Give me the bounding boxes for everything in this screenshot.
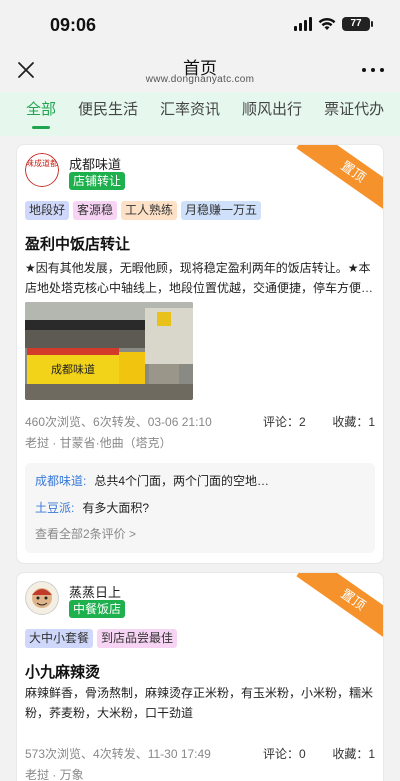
more-options-icon[interactable] (362, 60, 384, 80)
tab-ticket-agency[interactable]: 票证代办 (324, 92, 384, 136)
status-icons: 77 (294, 17, 373, 31)
tab-exchange-rate[interactable]: 汇率资讯 (160, 92, 220, 136)
post-tag: 月稳赚一万五 (181, 201, 262, 220)
pinned-badge: 置顶 (296, 573, 383, 646)
shop-avatar[interactable] (25, 581, 59, 615)
site-url: www.dongnanyatc.com (145, 74, 255, 85)
restaurant-sign-text: 成都味道 (51, 362, 95, 376)
post-tag: 客源稳 (73, 201, 118, 220)
post-card[interactable]: 置顶 味成道都 成都味道 店铺转让 地段好 客源稳 工人熟练 月稳赚一万五 盈利… (16, 144, 384, 564)
tab-convenience[interactable]: 便民生活 (78, 92, 138, 136)
post-counts: 评论：2 收藏：1 (263, 413, 375, 430)
post-counts: 评论：0 收藏：1 (263, 745, 375, 762)
shop-name[interactable]: 蒸蒸日上 (69, 582, 121, 601)
shop-name[interactable]: 成都味道 (69, 154, 121, 173)
post-title[interactable]: 盈利中饭店转让 (25, 233, 130, 254)
pinned-badge: 置顶 (296, 145, 383, 218)
status-bar: 09:06 77 (0, 0, 400, 50)
post-photo[interactable]: 成都味道 (25, 302, 193, 400)
comment-author[interactable]: 土豆派: (35, 501, 74, 515)
favorite-count[interactable]: 收藏：1 (332, 747, 375, 761)
tab-all[interactable]: 全部 (26, 92, 56, 136)
post-tag: 大中小套餐 (25, 629, 94, 648)
tab-rideshare[interactable]: 顺风出行 (242, 92, 302, 136)
comment-text: 有多大面积? (82, 501, 150, 515)
comment-count[interactable]: 评论：2 (263, 415, 306, 429)
post-tag: 到店品尝最佳 (97, 629, 178, 648)
post-body: ★因有其他发展，无暇他顾，现将稳定盈利两年的饭店转让。★本店地处塔克核心中轴线上… (25, 261, 374, 295)
shop-type-badge: 中餐饭店 (69, 600, 126, 618)
comment-preview: 成都味道: 总共4个门面，两个门面的空地… 土豆派: 有多大面积? 查看全部2条评价… (25, 463, 375, 553)
cellular-signal-icon (294, 17, 312, 31)
post-tag: 地段好 (25, 201, 70, 220)
avatar-logo-text: 味成道都 (26, 158, 58, 168)
comment-item[interactable]: 成都味道: 总共4个门面，两个门面的空地… (35, 471, 365, 491)
post-body: 麻辣鲜香，骨汤熬制，麻辣烫存正米粉，有玉米粉，小米粉，糯米粉，荞麦粉，大米粉，口… (25, 686, 374, 720)
category-tabs: 全部 便民生活 汇率资讯 顺风出行 票证代办 餐 (0, 92, 400, 136)
page-header: 首页 www.dongnanyatc.com (0, 50, 400, 92)
battery-icon: 77 (342, 17, 373, 31)
post-title[interactable]: 小九麻辣烫 (25, 661, 100, 682)
comment-item[interactable]: 土豆派: 有多大面积? (35, 498, 365, 518)
post-tag: 工人熟练 (121, 201, 178, 220)
shop-avatar[interactable]: 味成道都 (25, 153, 59, 187)
post-card[interactable]: 置顶 蒸蒸日上 中餐饭店 大中小套餐 到店品尝最佳 小九麻辣烫 麻辣鲜香，骨汤熬… (16, 572, 384, 781)
shop-type-badge: 店铺转让 (69, 172, 126, 190)
post-tags: 地段好 客源稳 工人熟练 月稳赚一万五 (25, 201, 262, 220)
wifi-icon (318, 17, 336, 30)
comment-author[interactable]: 成都味道: (35, 474, 86, 488)
post-stats: 573次浏览、4次转发、11-30 17:49 (25, 747, 211, 761)
favorite-count[interactable]: 收藏：1 (332, 415, 375, 429)
post-location: 老挝 · 万象 (25, 768, 84, 781)
post-tags: 大中小套餐 到店品尝最佳 (25, 629, 178, 648)
post-location: 老挝 · 甘蒙省·他曲（塔克） (25, 436, 172, 450)
status-time: 09:06 (50, 15, 97, 35)
view-all-comments-link[interactable]: 查看全部2条评价 > (35, 525, 365, 542)
comment-count[interactable]: 评论：0 (263, 747, 306, 761)
post-stats: 460次浏览、6次转发、03-06 21:10 (25, 415, 212, 429)
comment-text: 总共4个门面，两个门面的空地… (94, 474, 270, 488)
